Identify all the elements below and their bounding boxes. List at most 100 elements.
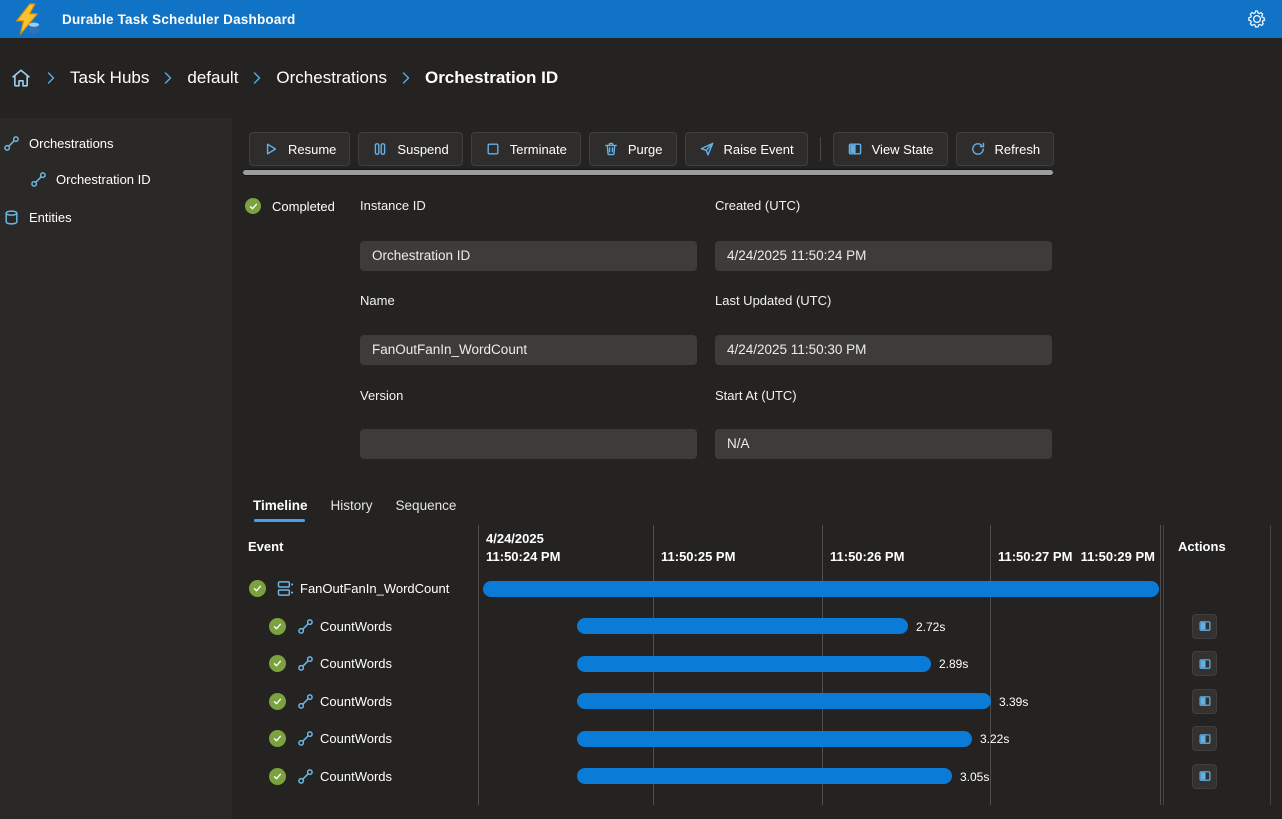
field-label-instance-id: Instance ID — [360, 198, 426, 213]
timeline-gridline — [990, 525, 991, 805]
event-name: CountWords — [320, 730, 392, 748]
toolbar-button-label: Suspend — [397, 142, 448, 157]
top-app-bar: Durable Task Scheduler Dashboard — [0, 0, 1282, 38]
purge-button[interactable]: Purge — [589, 132, 677, 166]
resume-button[interactable]: Resume — [249, 132, 350, 166]
main-panel: Resume Suspend Terminate Purge Raise Event Vi… — [232, 118, 1282, 819]
field-input-created-utc-[interactable]: 4/24/2025 11:50:24 PM — [715, 241, 1052, 271]
tick-time: 11:50:25 PM — [661, 548, 735, 566]
event-name: FanOutFanIn_WordCount — [300, 580, 449, 598]
tick-time: 11:50:29 PM — [1081, 548, 1155, 566]
gantt-bar[interactable] — [577, 731, 972, 747]
play-icon — [263, 141, 279, 157]
duration-label: 3.05s — [960, 769, 989, 785]
sidebar-item-label: Orchestration ID — [56, 172, 151, 187]
duration-label: 2.72s — [916, 619, 945, 635]
horizontal-scrollbar[interactable] — [243, 170, 1053, 175]
raise-event-button[interactable]: Raise Event — [685, 132, 808, 166]
gantt-bar[interactable] — [483, 581, 1159, 597]
tick-date — [998, 530, 1072, 548]
field-input-instance-id[interactable]: Orchestration ID — [360, 241, 697, 271]
axis-tick-label: 11:50:25 PM — [661, 530, 735, 566]
app-title: Durable Task Scheduler Dashboard — [62, 12, 295, 27]
event-status-check-icon — [249, 580, 266, 597]
tab-history[interactable]: History — [326, 496, 378, 522]
database-icon — [3, 209, 20, 226]
tick-time: 11:50:24 PM — [486, 548, 560, 566]
body-row: Orchestrations Orchestration ID Entities R… — [0, 118, 1282, 819]
chevron-right-icon — [43, 70, 59, 86]
event-status-check-icon — [269, 618, 286, 635]
view-state-action-button[interactable] — [1192, 764, 1217, 789]
event-column-header: Event — [248, 539, 283, 554]
view-state-action-button[interactable] — [1192, 614, 1217, 639]
terminate-button[interactable]: Terminate — [471, 132, 581, 166]
tab-sequence[interactable]: Sequence — [391, 496, 462, 522]
breadcrumb-item-3: Orchestration ID — [425, 68, 558, 88]
view-state-action-button[interactable] — [1192, 689, 1217, 714]
trash-icon — [603, 141, 619, 157]
completed-check-icon — [245, 198, 261, 214]
field-label-name: Name — [360, 293, 395, 308]
duration-label: 3.22s — [980, 731, 1009, 747]
settings-gear-icon[interactable] — [1242, 4, 1272, 34]
link-icon — [3, 135, 20, 152]
field-label-start-at-utc-: Start At (UTC) — [715, 388, 797, 403]
axis-tick-label: 4/24/202511:50:24 PM — [486, 530, 560, 566]
sidebar-nav: Orchestrations Orchestration ID Entities — [0, 118, 232, 819]
breadcrumb-item-0[interactable]: Task Hubs — [70, 68, 149, 88]
axis-tick-label: 11:50:29 PM — [1081, 530, 1155, 566]
gantt-bar[interactable] — [577, 768, 952, 784]
tick-date: 4/24/2025 — [486, 530, 560, 548]
duration-label: 3.39s — [999, 694, 1028, 710]
event-name: CountWords — [320, 618, 392, 636]
link-icon — [297, 730, 314, 747]
actions-column-divider — [1163, 525, 1164, 805]
sidebar-item-entities[interactable]: Entities — [3, 204, 72, 230]
refresh-button[interactable]: Refresh — [956, 132, 1055, 166]
breadcrumb-item-2[interactable]: Orchestrations — [276, 68, 387, 88]
toolbar-button-label: Resume — [288, 142, 336, 157]
event-status-check-icon — [269, 730, 286, 747]
axis-tick-label: 11:50:26 PM — [830, 530, 904, 566]
event-name: CountWords — [320, 768, 392, 786]
view-state-action-button[interactable] — [1192, 651, 1217, 676]
sidebar-item-orchestrations[interactable]: Orchestrations — [3, 130, 114, 156]
tick-date — [830, 530, 904, 548]
toolbar-divider — [820, 137, 821, 161]
field-input-start-at-utc-[interactable]: N/A — [715, 429, 1052, 459]
field-input-last-updated-utc-[interactable]: 4/24/2025 11:50:30 PM — [715, 335, 1052, 365]
tick-time: 11:50:27 PM — [998, 548, 1072, 566]
toolbar-button-label: Terminate — [510, 142, 567, 157]
breadcrumb: Task Hubs default Orchestrations Orchestrat… — [32, 68, 558, 88]
field-label-created-utc-: Created (UTC) — [715, 198, 800, 213]
chevron-right-icon — [249, 70, 265, 86]
refresh-icon — [970, 141, 986, 157]
axis-tick-label: 11:50:27 PM — [998, 530, 1072, 566]
sidebar-item-orchestration-id[interactable]: Orchestration ID — [30, 166, 151, 192]
toolbar-button-label: Purge — [628, 142, 663, 157]
field-input-version[interactable] — [360, 429, 697, 459]
breadcrumb-item-1[interactable]: default — [187, 68, 238, 88]
gantt-bar[interactable] — [577, 618, 908, 634]
toolbar-button-label: Refresh — [995, 142, 1041, 157]
app-logo-lightning-icon — [10, 2, 44, 36]
stop-icon — [485, 141, 501, 157]
gantt-bar[interactable] — [577, 693, 991, 709]
timeline-panel: Event Actions 4/24/202511:50:24 PM11:50:… — [232, 525, 1282, 819]
view-state-button[interactable]: View State — [833, 132, 948, 166]
home-icon[interactable] — [10, 67, 32, 89]
view-state-action-button[interactable] — [1192, 726, 1217, 751]
tab-timeline[interactable]: Timeline — [248, 496, 313, 522]
field-input-name[interactable]: FanOutFanIn_WordCount — [360, 335, 697, 365]
gantt-bar[interactable] — [577, 656, 931, 672]
timeline-gridline — [1160, 525, 1161, 805]
timeline-right-edge-divider — [1270, 525, 1271, 805]
pause-icon — [372, 141, 388, 157]
event-status-check-icon — [269, 768, 286, 785]
suspend-button[interactable]: Suspend — [358, 132, 462, 166]
sidebar-item-label: Orchestrations — [29, 136, 114, 151]
timeline-gridline — [478, 525, 479, 805]
event-name: CountWords — [320, 655, 392, 673]
tick-time: 11:50:26 PM — [830, 548, 904, 566]
